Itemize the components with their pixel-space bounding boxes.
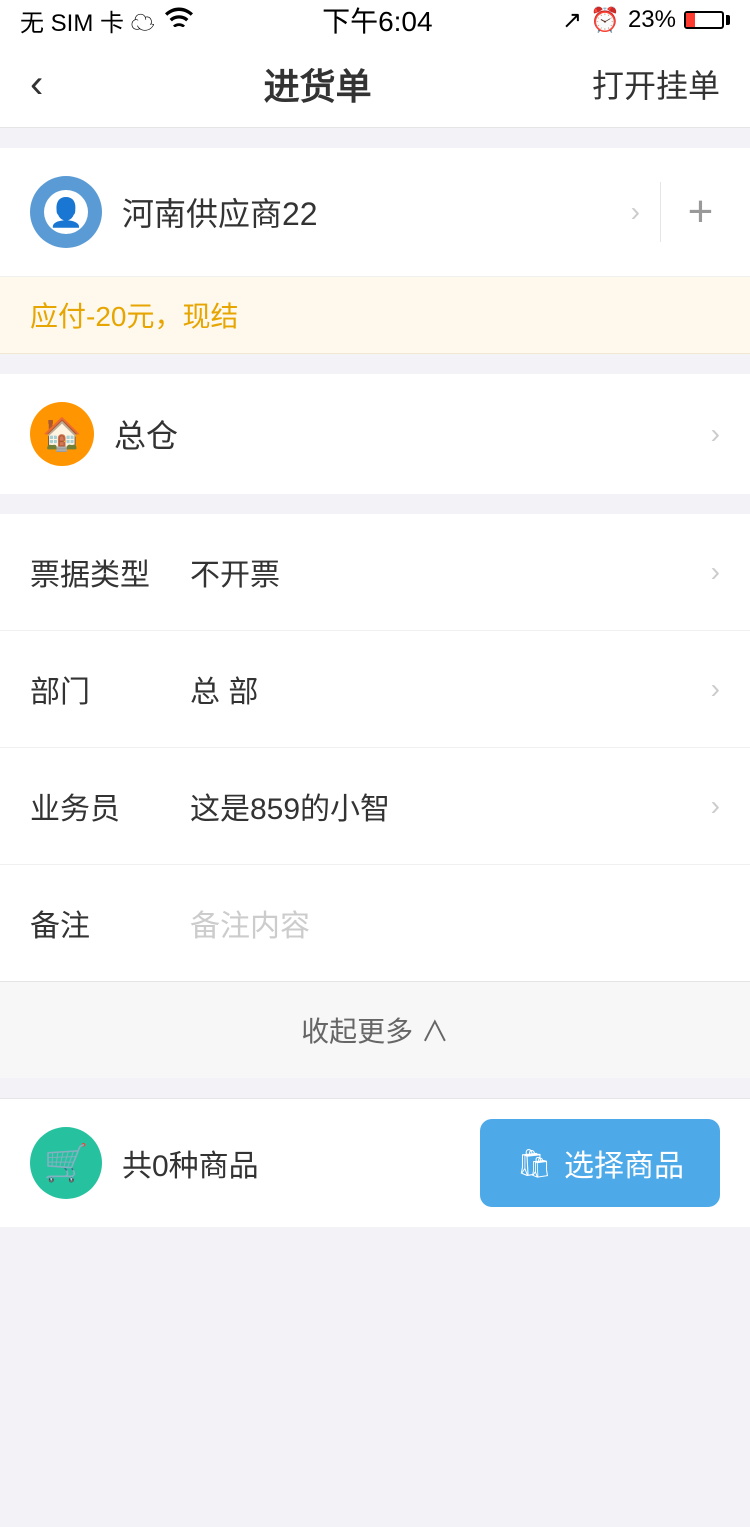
house-icon: 🏠 <box>42 415 82 453</box>
remark-input[interactable]: 备注内容 <box>170 901 720 945</box>
collapse-button[interactable]: 收起更多 ∧ <box>0 981 750 1078</box>
open-hang-button[interactable]: 打开挂单 <box>592 61 720 107</box>
section-gap-1 <box>0 128 750 148</box>
form-section: 票据类型 不开票 › 部门 总 部 › 业务员 这是859的小智 › 备注 备注… <box>0 514 750 1078</box>
background-fill <box>0 1227 750 1527</box>
battery-icon <box>684 11 730 29</box>
supplier-name: 河南供应商22 <box>122 189 621 235</box>
invoice-row[interactable]: 票据类型 不开票 › <box>0 514 750 630</box>
status-bar: 无 SIM 卡 ☁ 下午6:04 ↗ ⏰ 23% <box>0 0 750 40</box>
section-gap-2 <box>0 354 750 374</box>
invoice-label: 票据类型 <box>30 550 170 594</box>
staff-chevron-icon: › <box>711 790 720 822</box>
invoice-chevron-icon: › <box>711 556 720 588</box>
warehouse-row[interactable]: 🏠 总仓 › <box>0 374 750 494</box>
select-product-button[interactable]: 🛍 选择商品 <box>480 1119 720 1207</box>
dept-chevron-icon: › <box>711 673 720 705</box>
remark-row[interactable]: 备注 备注内容 <box>0 864 750 981</box>
product-icon-wrapper: 🛒 <box>30 1127 102 1199</box>
product-count: 共0种商品 <box>122 1141 480 1185</box>
warehouse-icon: 🏠 <box>30 402 94 466</box>
status-right: ↗ ⏰ 23% <box>562 6 730 35</box>
invoice-value: 不开票 <box>170 550 701 594</box>
staff-value: 这是859的小智 <box>170 784 701 828</box>
person-icon: 👤 <box>49 196 84 229</box>
wifi-icon <box>165 6 193 34</box>
add-supplier-button[interactable]: + <box>660 182 720 242</box>
warehouse-chevron-icon: › <box>711 418 720 450</box>
section-gap-3 <box>0 494 750 514</box>
select-product-icon: 🛍 <box>516 1147 552 1180</box>
battery-percent: 23% <box>628 6 676 34</box>
no-sim-label: 无 SIM 卡 ☁ <box>20 3 155 38</box>
location-icon: ↗ <box>562 6 582 35</box>
supplier-avatar: 👤 <box>30 176 102 248</box>
notice-banner: 应付-20元，现结 <box>0 277 750 354</box>
supplier-section: 👤 河南供应商22 › + 应付-20元，现结 <box>0 148 750 354</box>
product-bar: 🛒 共0种商品 🛍 选择商品 <box>0 1098 750 1227</box>
remark-label: 备注 <box>30 901 170 945</box>
select-product-label: 选择商品 <box>564 1141 684 1185</box>
avatar-inner: 👤 <box>44 190 88 234</box>
dept-label: 部门 <box>30 667 170 711</box>
warehouse-name: 总仓 <box>114 411 701 457</box>
bag-icon: 🛒 <box>44 1142 89 1184</box>
dept-value: 总 部 <box>170 667 701 711</box>
alarm-icon: ⏰ <box>590 6 620 35</box>
nav-bar: ‹ 进货单 打开挂单 <box>0 40 750 128</box>
staff-row[interactable]: 业务员 这是859的小智 › <box>0 747 750 864</box>
warehouse-section: 🏠 总仓 › <box>0 374 750 494</box>
dept-row[interactable]: 部门 总 部 › <box>0 630 750 747</box>
page-title: 进货单 <box>264 58 372 110</box>
supplier-row[interactable]: 👤 河南供应商22 › + <box>0 148 750 277</box>
supplier-chevron-icon: › <box>631 196 640 228</box>
staff-label: 业务员 <box>30 784 170 828</box>
status-time: 下午6:04 <box>322 0 433 40</box>
status-left: 无 SIM 卡 ☁ <box>20 3 193 38</box>
section-gap-4 <box>0 1078 750 1098</box>
back-button[interactable]: ‹ <box>30 64 43 104</box>
